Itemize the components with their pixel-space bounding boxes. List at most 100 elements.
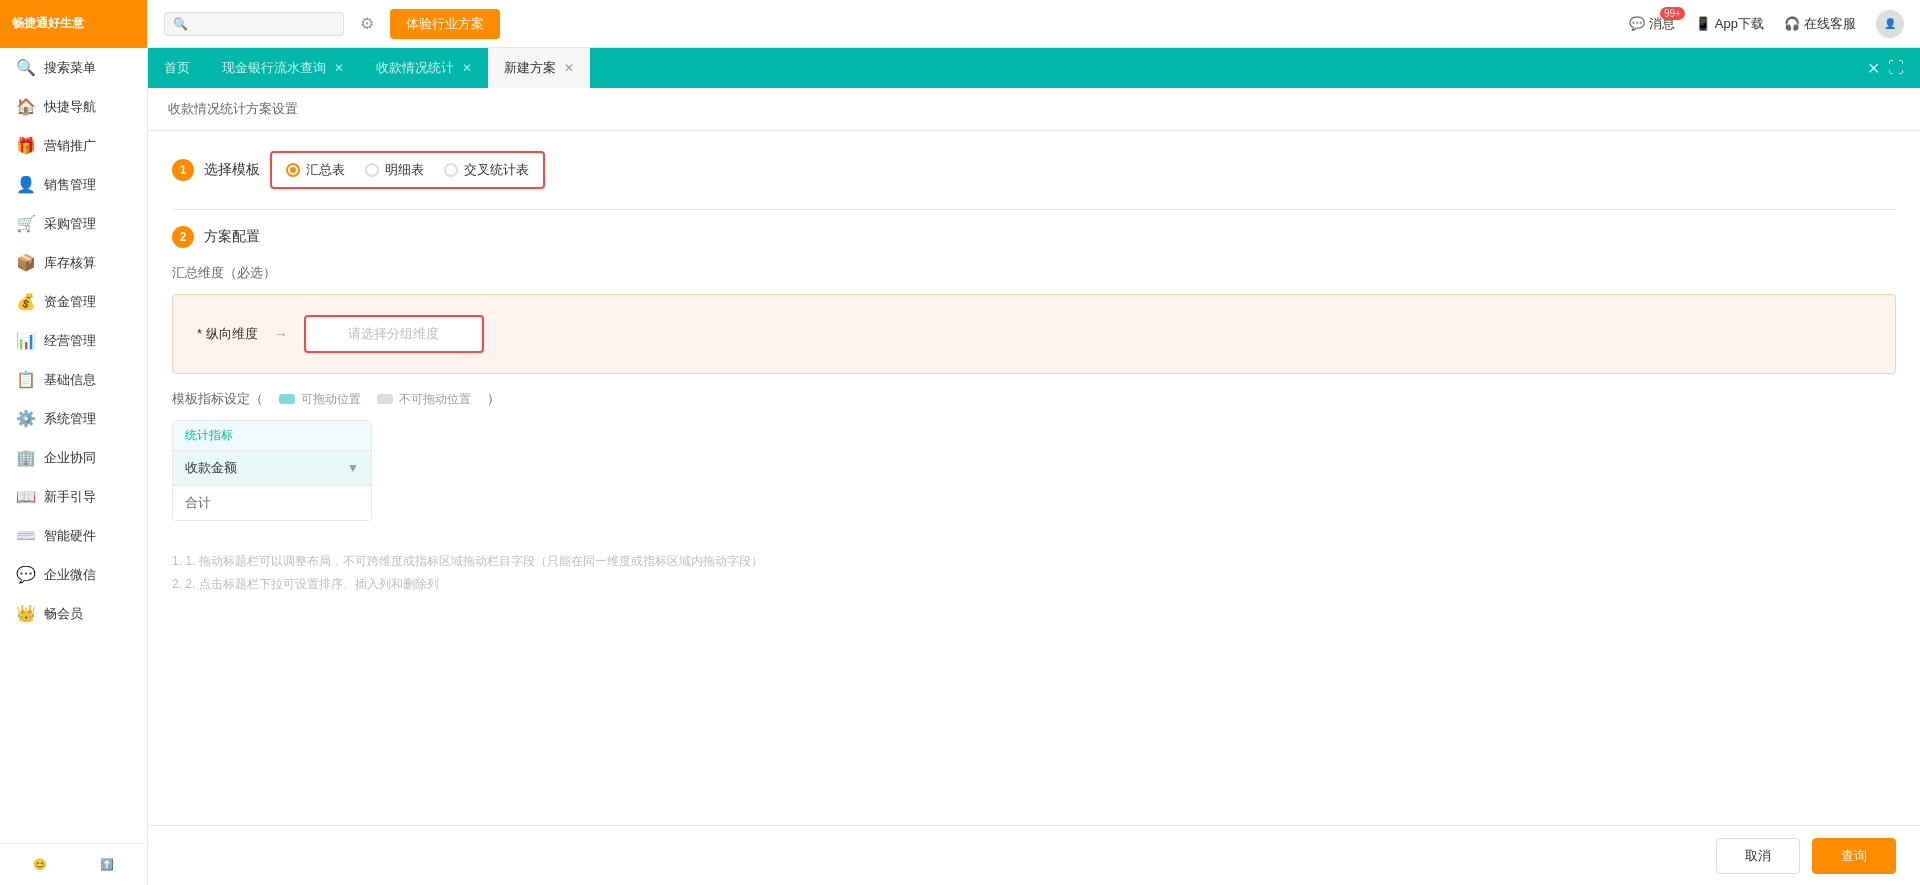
- sidebar-item-marketing[interactable]: 🎁 营销推广: [0, 126, 147, 165]
- sidebar-item-operations[interactable]: 📊 经营管理: [0, 321, 147, 360]
- main-area: 🔍 ⚙ 体验行业方案 💬 消息 99+ 📱 App下载 🎧 在线客服 👤: [148, 0, 1920, 885]
- app-icon: 📱: [1695, 16, 1711, 31]
- radio-cross-circle: [444, 163, 458, 177]
- radio-summary[interactable]: 汇总表: [286, 161, 345, 179]
- metrics-legend: 可拖动位置 不可拖动位置: [279, 391, 471, 408]
- tab-new-plan-close[interactable]: ✕: [564, 61, 574, 75]
- close-window-btn[interactable]: ✕: [1867, 59, 1880, 78]
- keyboard-icon: ⌨️: [16, 526, 36, 545]
- tab-collection-stats-close[interactable]: ✕: [462, 61, 472, 75]
- sidebar-item-search-menu[interactable]: 🔍 搜索菜单: [0, 48, 147, 87]
- tip1: 1. 拖动标题栏可以调整布局，不可跨维度或指标区域拖动栏目字段（只能在同一维度或…: [172, 553, 1896, 570]
- dimension-selector[interactable]: 请选择分组维度: [304, 315, 484, 353]
- template-options-box: 汇总表 明细表 交叉统计表: [270, 151, 545, 189]
- legend-fixed: 不可拖动位置: [377, 391, 471, 408]
- sidebar-item-quick-nav[interactable]: 🏠 快捷导航: [0, 87, 147, 126]
- sidebar-item-smart-hw[interactable]: ⌨️ 智能硬件: [0, 516, 147, 555]
- message-btn[interactable]: 💬 消息 99+: [1629, 15, 1675, 33]
- sidebar-logo: 畅捷通好生意: [0, 0, 147, 48]
- step1-number: 1: [172, 159, 194, 181]
- page-breadcrumb: 收款情况统计方案设置: [148, 88, 1920, 131]
- tab-collection-stats-label: 收款情况统计: [376, 59, 454, 77]
- radio-cross-label: 交叉统计表: [464, 161, 529, 179]
- sidebar-item-newbie[interactable]: 📖 新手引导: [0, 477, 147, 516]
- sidebar-item-label: 基础信息: [44, 371, 96, 389]
- service-icon: 🎧: [1784, 16, 1800, 31]
- sidebar-bottom-btn2[interactable]: ⬆️: [76, 852, 140, 877]
- metrics-label-suffix: ）: [487, 390, 500, 408]
- metrics-sub-item-total: 合计: [173, 486, 371, 520]
- dimension-section: 汇总维度（必选） * 纵向维度 → 请选择分组维度: [172, 264, 1896, 374]
- sidebar-bottom-btn1[interactable]: 😊: [8, 852, 72, 877]
- radio-summary-label: 汇总表: [306, 161, 345, 179]
- sidebar-item-inventory[interactable]: 📦 库存核算: [0, 243, 147, 282]
- tab-collection-stats[interactable]: 收款情况统计 ✕: [360, 48, 488, 88]
- sidebar-item-enterprise-coop[interactable]: 🏢 企业协同: [0, 438, 147, 477]
- fixed-dot: [377, 394, 393, 404]
- tab-new-plan-label: 新建方案: [504, 59, 556, 77]
- clipboard-icon: 📋: [16, 370, 36, 389]
- step1-section: 1 选择模板 汇总表 明细表 交: [172, 151, 1896, 189]
- fixed-label: 不可拖动位置: [399, 391, 471, 408]
- sidebar-item-sales[interactable]: 👤 销售管理: [0, 165, 147, 204]
- message-badge: 99+: [1660, 7, 1685, 20]
- online-service-btn[interactable]: 🎧 在线客服: [1784, 15, 1856, 33]
- tab-new-plan[interactable]: 新建方案 ✕: [488, 48, 590, 88]
- tab-bar-controls: ✕ ⛶: [1867, 59, 1920, 78]
- header-search-bar[interactable]: 🔍: [164, 12, 344, 36]
- sidebar-item-system[interactable]: ⚙️ 系统管理: [0, 399, 147, 438]
- sidebar-bottom: 😊 ⬆️: [0, 843, 147, 885]
- sidebar-item-purchase[interactable]: 🛒 采购管理: [0, 204, 147, 243]
- trial-industry-btn[interactable]: 体验行业方案: [390, 9, 500, 39]
- top-header: 🔍 ⚙ 体验行业方案 💬 消息 99+ 📱 App下载 🎧 在线客服 👤: [148, 0, 1920, 48]
- metrics-table: 统计指标 收款金额 ▼ 合计: [172, 420, 372, 521]
- chat-icon: 💬: [16, 565, 36, 584]
- tab-bar: 首页 现金银行流水查询 ✕ 收款情况统计 ✕ 新建方案 ✕ ✕ ⛶: [148, 48, 1920, 88]
- divider1: [172, 209, 1896, 210]
- footer-bar: 取消 查询: [148, 825, 1920, 885]
- radio-detail[interactable]: 明细表: [365, 161, 424, 179]
- dimension-area: * 纵向维度 → 请选择分组维度: [172, 294, 1896, 374]
- sidebar-item-label: 企业微信: [44, 566, 96, 584]
- tab-bank-flow-close[interactable]: ✕: [334, 61, 344, 75]
- app-download-btn[interactable]: 📱 App下载: [1695, 15, 1764, 33]
- movable-dot: [279, 394, 295, 404]
- step2-number: 2: [172, 226, 194, 248]
- radio-summary-circle: [286, 163, 300, 177]
- gear-icon: ⚙️: [16, 409, 36, 428]
- crown-icon: 👑: [16, 604, 36, 623]
- tab-bank-flow[interactable]: 现金银行流水查询 ✕: [206, 48, 360, 88]
- tab-home[interactable]: 首页: [148, 48, 206, 88]
- metrics-item-collection-amount[interactable]: 收款金额 ▼: [173, 451, 371, 486]
- content-area: 收款情况统计方案设置 1 选择模板 汇总表: [148, 88, 1920, 825]
- tab-bank-flow-label: 现金银行流水查询: [222, 59, 326, 77]
- cancel-button[interactable]: 取消: [1716, 838, 1800, 874]
- user-avatar[interactable]: 👤: [1876, 10, 1904, 38]
- confirm-button[interactable]: 查询: [1812, 838, 1896, 874]
- sidebar-item-label: 系统管理: [44, 410, 96, 428]
- sidebar-item-basic-info[interactable]: 📋 基础信息: [0, 360, 147, 399]
- maximize-btn[interactable]: ⛶: [1888, 59, 1904, 77]
- search-icon: 🔍: [16, 58, 36, 77]
- metrics-item-label: 收款金额: [185, 459, 237, 477]
- metrics-label-text: 模板指标设定（: [172, 390, 263, 408]
- metrics-header: 模板指标设定（ 可拖动位置 不可拖动位置 ）: [172, 390, 1896, 408]
- sidebar-item-label: 经营管理: [44, 332, 96, 350]
- sidebar-item-label: 新手引导: [44, 488, 96, 506]
- radio-cross[interactable]: 交叉统计表: [444, 161, 529, 179]
- movable-label: 可拖动位置: [301, 391, 361, 408]
- sidebar-item-label: 销售管理: [44, 176, 96, 194]
- form-container: 1 选择模板 汇总表 明细表 交: [148, 131, 1920, 825]
- settings-icon[interactable]: ⚙: [360, 14, 374, 33]
- box-icon: 📦: [16, 253, 36, 272]
- sidebar-item-membership[interactable]: 👑 畅会员: [0, 594, 147, 633]
- metrics-sub-label: 合计: [185, 495, 211, 510]
- service-label: 在线客服: [1804, 15, 1856, 33]
- money-icon: 💰: [16, 292, 36, 311]
- sidebar-item-wechat[interactable]: 💬 企业微信: [0, 555, 147, 594]
- logo-text: 畅捷通好生意: [12, 16, 84, 32]
- sidebar-item-finance[interactable]: 💰 资金管理: [0, 282, 147, 321]
- sidebar-item-label: 智能硬件: [44, 527, 96, 545]
- metrics-section: 模板指标设定（ 可拖动位置 不可拖动位置 ）: [172, 390, 1896, 521]
- message-icon: 💬: [1629, 16, 1645, 31]
